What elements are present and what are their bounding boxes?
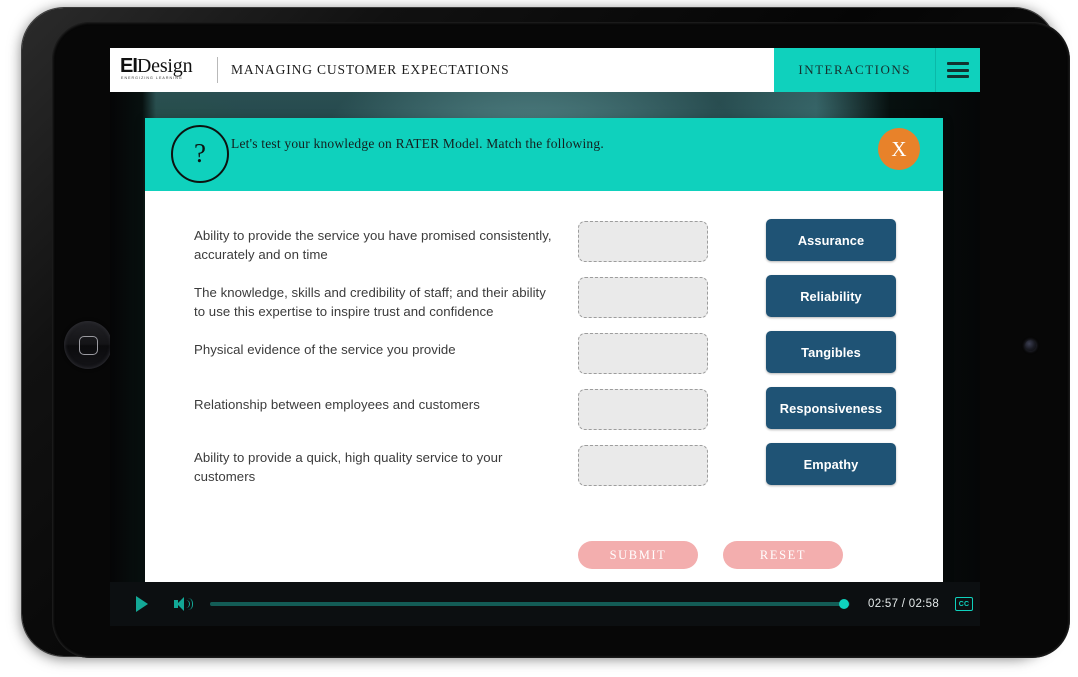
answer-option-list: Assurance Reliability Tangibles Responsi… [766, 219, 896, 499]
dropzone-slot[interactable] [578, 445, 708, 486]
progress-fill [210, 602, 844, 606]
statement-item: Ability to provide a quick, high quality… [194, 450, 503, 484]
statement-item: The knowledge, skills and credibility of… [194, 285, 546, 319]
question-mark-icon: ? [171, 125, 229, 183]
progress-handle[interactable] [838, 599, 849, 609]
play-button[interactable] [136, 595, 152, 613]
reset-button[interactable]: RESET [723, 541, 843, 569]
answer-option-tangibles[interactable]: Tangibles [766, 331, 896, 373]
statement-item: Physical evidence of the service you pro… [194, 342, 456, 357]
home-button[interactable] [64, 321, 112, 369]
close-button[interactable]: X [878, 128, 920, 170]
answer-option-reliability[interactable]: Reliability [766, 275, 896, 317]
question-mark-glyph: ? [194, 138, 206, 168]
dropzone-list [578, 221, 708, 501]
dropzone-slot[interactable] [578, 221, 708, 262]
quiz-modal: ? Let's test your knowledge on RATER Mod… [145, 118, 943, 603]
statement-item: Relationship between employees and custo… [194, 397, 480, 412]
statement-list: Ability to provide the service you have … [194, 227, 559, 506]
action-button-row: SUBMIT RESET [578, 541, 843, 569]
rounded-square-icon [78, 335, 98, 355]
logo-tagline: ENERGIZING LEARNING [121, 76, 183, 80]
brand-block: EIDesign ENERGIZING LEARNING [110, 48, 208, 92]
answer-option-responsiveness[interactable]: Responsiveness [766, 387, 896, 429]
close-icon: X [891, 136, 907, 161]
top-navigation-bar: EIDesign ENERGIZING LEARNING MANAGING CU… [110, 48, 980, 92]
quiz-body: Ability to provide the service you have … [145, 191, 943, 603]
progress-scrubber[interactable] [210, 599, 850, 609]
quiz-prompt-text: Let's test your knowledge on RATER Model… [231, 136, 604, 151]
dropzone-slot[interactable] [578, 333, 708, 374]
tablet-screen: EIDesign ENERGIZING LEARNING MANAGING CU… [110, 48, 980, 626]
answer-option-assurance[interactable]: Assurance [766, 219, 896, 261]
course-title: MANAGING CUSTOMER EXPECTATIONS [231, 62, 510, 77]
camera-dot-icon [1025, 340, 1036, 351]
logo-primary-text: EI [120, 55, 138, 77]
tab-interactions[interactable]: INTERACTIONS [774, 48, 936, 92]
hamburger-menu-icon [947, 59, 969, 82]
submit-button[interactable]: SUBMIT [578, 541, 698, 569]
eidesign-logo: EIDesign ENERGIZING LEARNING [120, 55, 208, 85]
answer-option-empathy[interactable]: Empathy [766, 443, 896, 485]
logo-wordmark: EIDesign [120, 55, 193, 77]
logo-secondary-text: Design [136, 55, 193, 77]
nav-divider [217, 57, 218, 83]
volume-cone-icon [177, 597, 184, 611]
dropzone-slot[interactable] [578, 389, 708, 430]
statement-item: Ability to provide the service you have … [194, 228, 552, 262]
time-display: 02:57 / 02:58 [868, 598, 940, 610]
dropzone-slot[interactable] [578, 277, 708, 318]
quiz-modal-header: ? Let's test your knowledge on RATER Mod… [145, 118, 943, 191]
play-icon [136, 596, 148, 612]
volume-button[interactable] [174, 596, 194, 612]
closed-caption-button[interactable]: CC [955, 597, 974, 611]
volume-wave-icon [188, 598, 193, 610]
menu-button[interactable] [936, 48, 980, 92]
video-player-bar: 02:57 / 02:58 CC [110, 582, 980, 626]
